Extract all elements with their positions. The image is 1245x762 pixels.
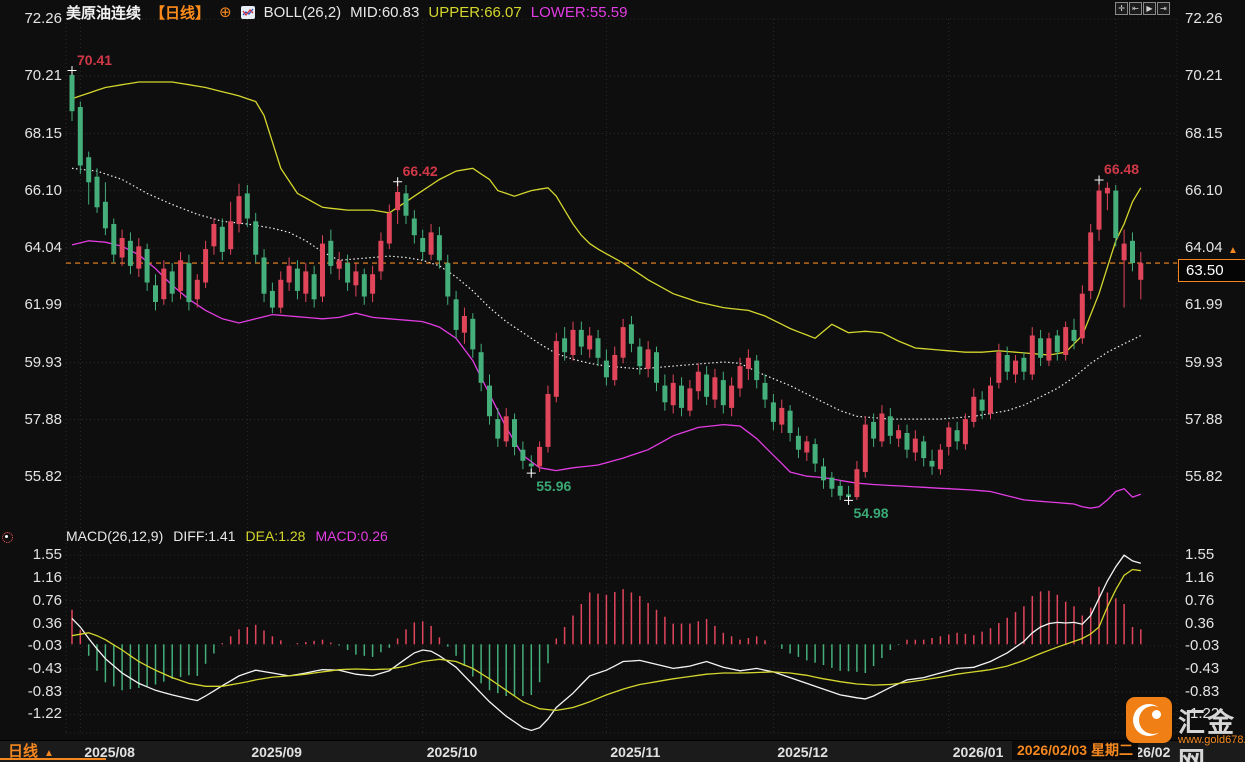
macd-axis-label-right: 1.16 xyxy=(1185,568,1215,586)
site-watermark: 汇金网 www.gold678.com xyxy=(1126,697,1245,762)
price-axis-label-right: 64.04 xyxy=(1185,239,1223,256)
macd-axis-label-right: 0.76 xyxy=(1185,591,1215,609)
pan-icon[interactable]: ✛ xyxy=(1115,2,1128,15)
macd-axis-label-right: -0.03 xyxy=(1185,637,1220,655)
price-axis-label-right: 57.88 xyxy=(1185,410,1223,428)
kline-chart-icon[interactable] xyxy=(240,6,255,19)
price-axis-label-left: 55.82 xyxy=(24,468,62,486)
macd-dea-value: DEA:1.28 xyxy=(245,528,306,544)
site-url: www.gold678.com xyxy=(1178,734,1245,746)
indicator-name[interactable]: BOLL(26,2) xyxy=(264,4,342,21)
macd-header: MACD(26,12,9) DIFF:1.41 DEA:1.28 MACD:0.… xyxy=(66,528,388,544)
site-name: 汇金网 xyxy=(1178,708,1236,762)
macd-axis-label-right: 0.36 xyxy=(1185,614,1215,632)
chart-canvas[interactable] xyxy=(0,0,1245,762)
skip-end-icon[interactable]: ⇥ xyxy=(1157,2,1170,15)
macd-axis-label-left: -0.43 xyxy=(27,660,62,678)
macd-pane-marker-icon[interactable] xyxy=(2,532,13,543)
skip-start-icon[interactable]: ⇤ xyxy=(1129,2,1142,15)
chart-toolbar: ✛ ⇤ ▶ ⇥ xyxy=(1115,2,1170,15)
price-axis-label-left: 57.88 xyxy=(24,410,62,428)
price-axis-label-left: 66.10 xyxy=(24,181,62,199)
macd-axis-label-left: -0.03 xyxy=(27,637,62,655)
macd-axis-label-left: 1.55 xyxy=(32,546,62,564)
macd-axis-label-left: 0.36 xyxy=(32,614,62,632)
price-axis-label-right: 59.93 xyxy=(1185,353,1223,371)
macd-indicator-name[interactable]: MACD(26,12,9) xyxy=(66,528,163,544)
site-logo-icon xyxy=(1126,697,1172,743)
macd-axis-label-left: -0.83 xyxy=(27,683,62,701)
boll-mid-value: MID:60.83 xyxy=(350,4,420,21)
add-indicator-icon[interactable]: ⊕ xyxy=(219,5,232,20)
price-axis-label-left: 59.93 xyxy=(24,353,62,371)
price-axis-label-right: 72.26 xyxy=(1185,10,1223,27)
period-tab-label: 日线 xyxy=(8,743,39,760)
macd-axis-label-left: 0.76 xyxy=(32,591,62,609)
extreme-high-label: 66.48 xyxy=(1104,161,1140,178)
price-axis-label-left: 68.15 xyxy=(24,124,62,142)
macd-diff-value: DIFF:1.41 xyxy=(173,528,236,544)
price-axis-label-left: 72.26 xyxy=(24,10,62,27)
price-axis-label-right: 70.21 xyxy=(1185,67,1223,85)
period-tab-daily[interactable]: 日线 ▲ xyxy=(0,740,106,760)
extreme-high-label: 70.41 xyxy=(77,51,113,68)
extreme-low-label: 55.96 xyxy=(536,478,572,495)
date-axis-label: 2025/09 xyxy=(251,744,302,760)
macd-axis-label-left: 1.16 xyxy=(32,568,62,586)
macd-axis-label-right: 1.55 xyxy=(1185,546,1215,564)
extreme-low-label: 54.98 xyxy=(853,505,889,522)
triangle-up-icon: ▲ xyxy=(44,748,54,759)
date-axis-label: 2025/10 xyxy=(426,744,478,760)
period-tag[interactable]: 【日线】 xyxy=(150,2,210,23)
price-axis-label-left: 61.99 xyxy=(24,296,62,314)
price-axis-label-left: 70.21 xyxy=(24,67,62,85)
price-axis-label-left: 64.04 xyxy=(24,239,62,256)
macd-macd-value: MACD:0.26 xyxy=(315,528,388,544)
chart-app: 美原油连续 【日线】 ⊕ BOLL(26,2) MID:60.83 UPPER:… xyxy=(0,0,1245,762)
date-axis-label: 2026/01 xyxy=(952,744,1004,760)
chart-header: 美原油连续 【日线】 ⊕ BOLL(26,2) MID:60.83 UPPER:… xyxy=(66,2,627,23)
date-axis-label: 2025/11 xyxy=(610,744,661,760)
current-price-badge: 63.50 xyxy=(1178,259,1245,282)
price-axis-label-right: 66.10 xyxy=(1185,181,1223,199)
boll-lower-value: LOWER:55.59 xyxy=(530,4,628,21)
crosshair-date-label: 2026/02/03 星期二 xyxy=(1012,741,1138,760)
date-axis-label: 2025/12 xyxy=(777,744,828,760)
play-icon[interactable]: ▶ xyxy=(1143,2,1156,15)
symbol-name: 美原油连续 xyxy=(66,5,142,22)
price-axis-label-right: 61.99 xyxy=(1185,296,1223,314)
price-axis-label-right: 55.82 xyxy=(1185,468,1223,486)
extreme-high-label: 66.42 xyxy=(402,162,438,179)
macd-axis-label-right: -0.43 xyxy=(1185,660,1220,678)
boll-upper-value: UPPER:66.07 xyxy=(428,4,522,21)
macd-axis-label-left: -1.22 xyxy=(27,705,62,723)
price-axis-label-right: 68.15 xyxy=(1185,124,1223,142)
current-price-arrow-icon: ▲ xyxy=(1228,245,1238,256)
